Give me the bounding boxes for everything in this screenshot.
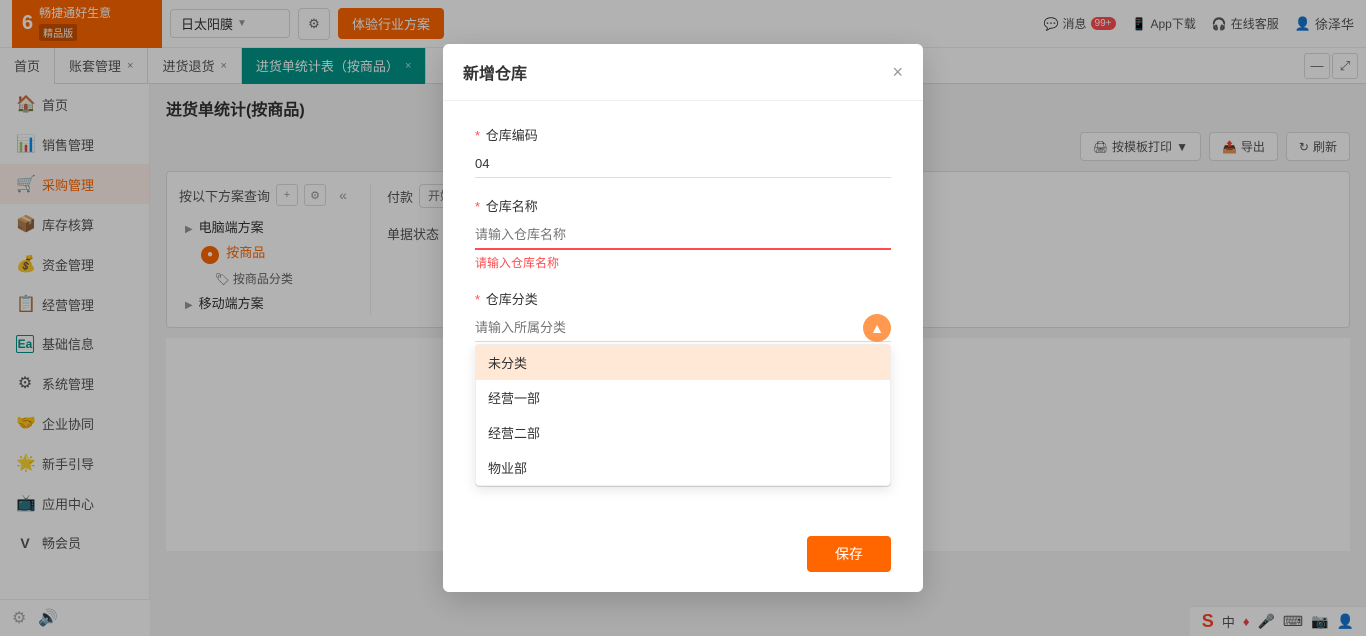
code-input[interactable] xyxy=(475,150,891,178)
name-input[interactable] xyxy=(475,221,891,250)
modal-overlay[interactable]: 新增仓库 × * 仓库编码 * 仓库名称 请输入仓库名称 xyxy=(0,0,1366,636)
category-dropdown: 未分类 经营一部 经营二部 物业部 xyxy=(475,344,891,486)
name-label: * 仓库名称 xyxy=(475,196,891,215)
form-row-category: * 仓库分类 ▲ 未分类 经营一部 经营二部 物业部 xyxy=(475,289,891,342)
category-input[interactable] xyxy=(475,314,891,342)
category-toggle-icon[interactable]: ▲ xyxy=(863,314,891,342)
form-row-name: * 仓库名称 请输入仓库名称 xyxy=(475,196,891,271)
modal-footer: 保存 xyxy=(443,524,923,592)
dropdown-item-dept2[interactable]: 经营二部 xyxy=(476,415,890,450)
dropdown-item-dept1[interactable]: 经营一部 xyxy=(476,380,890,415)
modal-body: * 仓库编码 * 仓库名称 请输入仓库名称 * 仓库分类 xyxy=(443,101,923,524)
dropdown-item-uncategorized[interactable]: 未分类 xyxy=(476,345,890,380)
form-row-code: * 仓库编码 xyxy=(475,125,891,178)
category-input-wrapper: ▲ xyxy=(475,314,891,342)
modal-close-icon[interactable]: × xyxy=(892,62,903,83)
required-star-category: * xyxy=(475,292,480,307)
required-star-code: * xyxy=(475,128,480,143)
code-label: * 仓库编码 xyxy=(475,125,891,144)
modal-header: 新增仓库 × xyxy=(443,44,923,101)
save-button[interactable]: 保存 xyxy=(807,536,891,572)
category-label: * 仓库分类 xyxy=(475,289,891,308)
required-star-name: * xyxy=(475,199,480,214)
modal-title: 新增仓库 xyxy=(463,60,527,84)
modal-new-warehouse: 新增仓库 × * 仓库编码 * 仓库名称 请输入仓库名称 xyxy=(443,44,923,592)
name-error-message: 请输入仓库名称 xyxy=(475,254,891,271)
dropdown-item-dept3[interactable]: 物业部 xyxy=(476,450,890,485)
